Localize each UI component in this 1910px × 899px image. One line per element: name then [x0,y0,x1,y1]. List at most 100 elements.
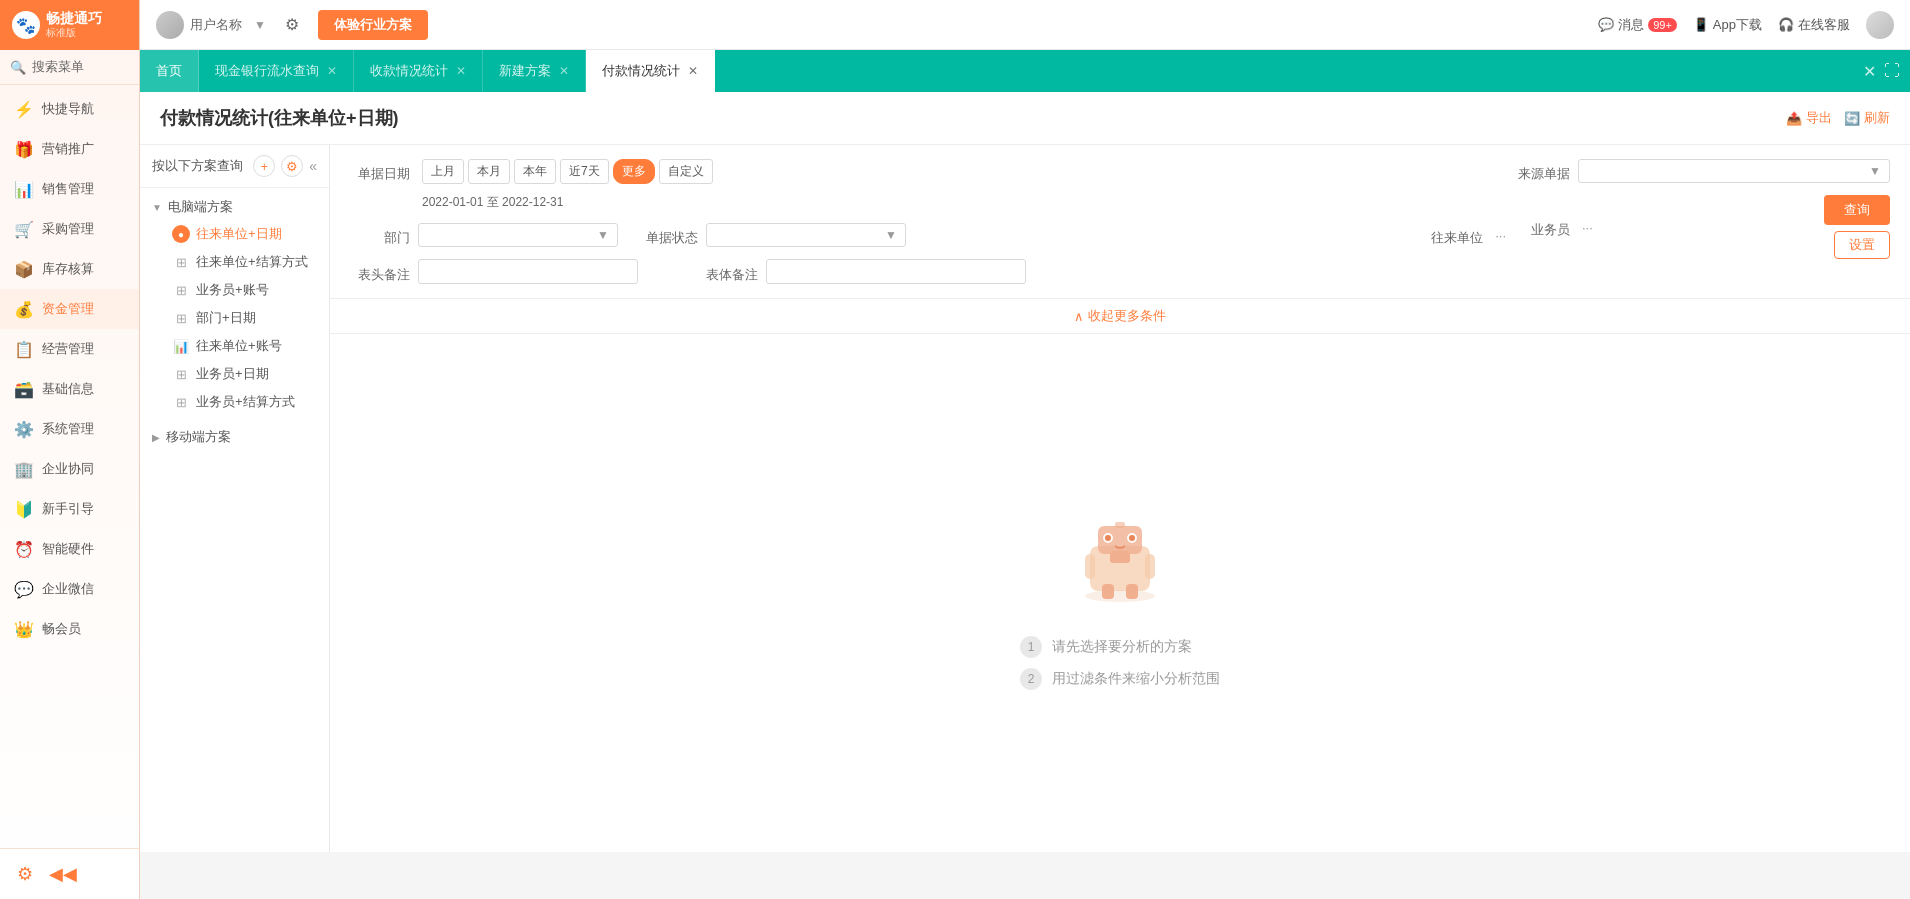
scheme-item-dept-date[interactable]: ⊞ 部门+日期 [152,304,317,332]
scheme-item-unit-date[interactable]: ● 往来单位+日期 [152,220,317,248]
online-service-action[interactable]: 🎧 在线客服 [1778,16,1850,34]
guide-icon: 🔰 [14,499,34,519]
sidebar-item-operations[interactable]: 📋 经营管理 [0,329,139,369]
sidebar-item-label: 资金管理 [42,300,94,318]
export-button[interactable]: 📤 导出 [1786,109,1832,127]
app-download-action[interactable]: 📱 App下载 [1693,16,1762,34]
sidebar-item-purchase[interactable]: 🛒 采购管理 [0,209,139,249]
sidebar-nav: ⚡ 快捷导航 🎁 营销推广 📊 销售管理 🛒 采购管理 📦 库存核算 💰 资金管… [0,85,139,848]
tab-bar: 首页 现金银行流水查询 ✕ 收款情况统计 ✕ 新建方案 ✕ 付款情况统计 ✕ ✕… [140,50,1910,92]
scheme-item-unit-settlement[interactable]: ⊞ 往来单位+结算方式 [152,248,317,276]
sidebar-item-enterprise[interactable]: 🏢 企业协同 [0,449,139,489]
tab-new-scheme-close[interactable]: ✕ [559,64,569,78]
collapse-sidebar-btn[interactable]: ◀◀ [48,859,78,889]
trial-button[interactable]: 体验行业方案 [318,10,428,40]
date-btn-this-month[interactable]: 本月 [468,159,510,184]
header-note-input[interactable] [418,259,638,284]
date-btn-custom[interactable]: 自定义 [659,159,713,184]
sidebar-item-marketing[interactable]: 🎁 营销推广 [0,129,139,169]
step-2-num: 2 [1020,668,1042,690]
sales-icon: 📊 [14,179,34,199]
scheme-item-label: 往来单位+日期 [196,225,282,243]
receipt-status-select[interactable]: ▼ [706,223,906,247]
user-info: 用户名称 [156,11,242,39]
scheme-add-btn[interactable]: + [253,155,275,177]
query-button[interactable]: 查询 [1824,195,1890,225]
sidebar-item-hardware[interactable]: ⏰ 智能硬件 [0,529,139,569]
page-header-actions: 📤 导出 🔄 刷新 [1786,109,1890,127]
dept-select-arrow: ▼ [597,228,609,242]
date-range: 2022-01-01 至 2022-12-31 [422,194,1510,211]
tab-expand-icon[interactable]: ⛶ [1884,62,1900,80]
user-dropdown-arrow[interactable]: ▼ [254,18,266,32]
online-service-label: 在线客服 [1798,16,1850,34]
svg-point-6 [1129,535,1135,541]
setting-button[interactable]: 设置 [1834,231,1890,259]
date-btn-this-year[interactable]: 本年 [514,159,556,184]
date-filter-control: 上月 本月 本年 近7天 更多 自定义 2022-0 [422,159,1510,211]
tab-receipts-stats-close[interactable]: ✕ [456,64,466,78]
scheme-settings-btn[interactable]: ⚙ [281,155,303,177]
tab-receipts-stats[interactable]: 收款情况统计 ✕ [354,50,483,92]
body-note-input[interactable] [766,259,1026,284]
scheme-item-staff-date[interactable]: ⊞ 业务员+日期 [152,360,317,388]
scheme-item-label: 部门+日期 [196,309,256,327]
refresh-button[interactable]: 🔄 刷新 [1844,109,1890,127]
sidebar-item-inventory[interactable]: 📦 库存核算 [0,249,139,289]
scheme-group-pc-header[interactable]: ▼ 电脑端方案 [152,198,317,216]
tab-bank-flow-close[interactable]: ✕ [327,64,337,78]
svg-rect-12 [1115,522,1125,528]
scheme-item-label: 往来单位+账号 [196,337,282,355]
staff-date-icon: ⊞ [172,365,190,383]
quick-nav-icon: ⚡ [14,99,34,119]
export-label: 导出 [1806,109,1832,127]
sidebar-item-system[interactable]: ⚙️ 系统管理 [0,409,139,449]
scheme-item-label: 业务员+账号 [196,281,269,299]
sidebar-item-member[interactable]: 👑 畅会员 [0,609,139,649]
tab-home[interactable]: 首页 [140,50,199,92]
search-menu[interactable]: 🔍 搜索菜单 [0,50,139,85]
scheme-item-staff-account[interactable]: ⊞ 业务员+账号 [152,276,317,304]
tab-bank-flow[interactable]: 现金银行流水查询 ✕ [199,50,354,92]
main-area: 用户名称 ▼ ⚙ 体验行业方案 💬 消息 99+ 📱 App下载 🎧 在线客服 [140,0,1910,899]
scheme-item-unit-account[interactable]: 📊 往来单位+账号 [152,332,317,360]
sidebar-item-wechat[interactable]: 💬 企业微信 [0,569,139,609]
collapse-bar[interactable]: ∧ 收起更多条件 [330,299,1910,334]
messages-action[interactable]: 💬 消息 99+ [1598,16,1677,34]
dept-select[interactable]: ▼ [418,223,618,247]
date-btn-last-month[interactable]: 上月 [422,159,464,184]
sidebar-item-label: 企业协同 [42,460,94,478]
hardware-icon: ⏰ [14,539,34,559]
pc-group-arrow: ▼ [152,202,162,213]
tab-new-scheme[interactable]: 新建方案 ✕ [483,50,586,92]
sidebar-item-basic-info[interactable]: 🗃️ 基础信息 [0,369,139,409]
counterpart-ellipsis[interactable]: ··· [1491,224,1510,247]
scheme-collapse-btn[interactable]: « [309,158,317,174]
scheme-item-label: 往来单位+结算方式 [196,253,308,271]
tab-payment-stats-label: 付款情况统计 [602,62,680,80]
date-btn-7days[interactable]: 近7天 [560,159,609,184]
counterpart-label: 往来单位 [1423,223,1483,247]
sidebar-item-label: 智能硬件 [42,540,94,558]
filter-panel: 单据日期 上月 本月 本年 近7天 更多 自定义 [330,145,1910,852]
date-btn-more[interactable]: 更多 [613,159,655,184]
staff-ellipsis[interactable]: ··· [1578,216,1597,239]
sidebar-item-sales[interactable]: 📊 销售管理 [0,169,139,209]
tab-bank-flow-label: 现金银行流水查询 [215,62,319,80]
scheme-group-mobile-header[interactable]: ▶ 移动端方案 [152,428,317,446]
tab-payment-stats[interactable]: 付款情况统计 ✕ [586,50,715,92]
source-select[interactable]: ▼ [1578,159,1890,183]
tab-payment-stats-close[interactable]: ✕ [688,64,698,78]
operations-icon: 📋 [14,339,34,359]
sidebar-item-capital[interactable]: 💰 资金管理 [0,289,139,329]
scheme-item-staff-settlement[interactable]: ⊞ 业务员+结算方式 [152,388,317,416]
step-1-label: 请先选择要分析的方案 [1052,638,1192,656]
sidebar-item-quick-nav[interactable]: ⚡ 快捷导航 [0,89,139,129]
header-settings-icon[interactable]: ⚙ [278,11,306,39]
sidebar-item-label: 采购管理 [42,220,94,238]
filter-fields-1: 单据日期 上月 本月 本年 近7天 更多 自定义 [350,159,1510,284]
settings-bottom-btn[interactable]: ⚙ [10,859,40,889]
tab-close-all-icon[interactable]: ✕ [1863,62,1876,81]
top-user-avatar[interactable] [1866,11,1894,39]
sidebar-item-guide[interactable]: 🔰 新手引导 [0,489,139,529]
